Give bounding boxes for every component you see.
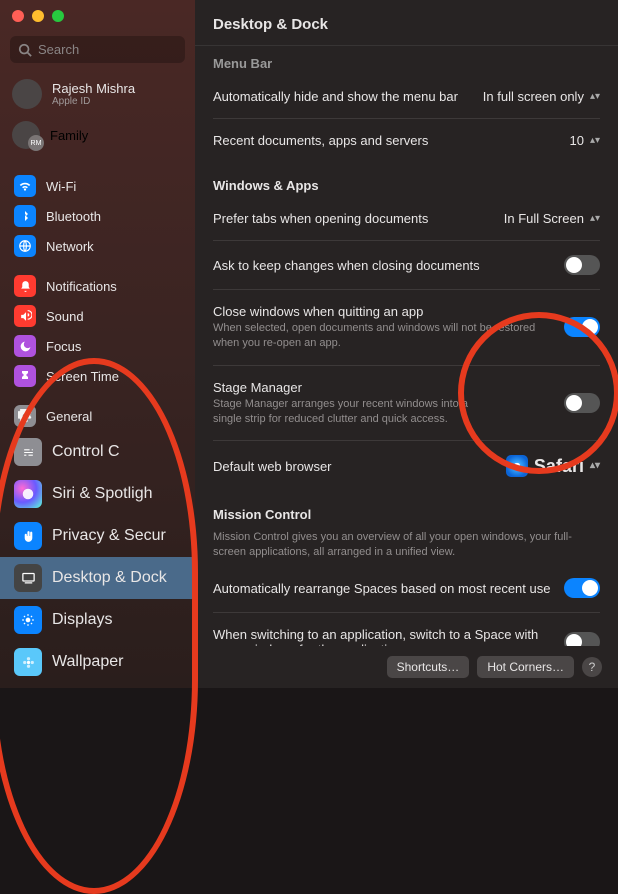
sidebar-item-screen-time[interactable]: Screen Time [0,361,195,391]
sidebar-item-label: Network [46,239,94,254]
sidebar-item-label: Displays [52,611,112,629]
row-auto-rearrange: Automatically rearrange Spaces based on … [213,581,552,596]
sidebar-item-label: Notifications [46,279,117,294]
sidebar-item-label: Wallpaper [52,653,123,671]
row-prefer-tabs: Prefer tabs when opening documents [213,211,492,226]
row-ask-keep-changes: Ask to keep changes when closing documen… [213,258,552,273]
chevron-updown-icon: ▴▾ [590,463,600,469]
sidebar-item-label: Control C [52,443,120,461]
row-auto-hide-menubar: Automatically hide and show the menu bar [213,89,471,104]
row-stage-manager-sub: Stage Manager arranges your recent windo… [213,397,473,427]
close-quit-toggle[interactable] [564,317,600,337]
sidebar-item-label: Privacy & Secur [52,527,166,545]
row-stage-manager: Stage Manager [213,380,473,395]
family-label: Family [50,128,88,143]
avatar [12,79,42,109]
stage-manager-toggle[interactable] [564,393,600,413]
user-sub: Apple ID [52,96,135,107]
sidebar-item-control-c[interactable]: Control C [0,431,195,473]
sidebar-item-label: Bluetooth [46,209,101,224]
row-close-windows-quit-sub: When selected, open documents and window… [213,321,552,351]
dock-icon [14,564,42,592]
minimize-icon[interactable] [32,10,44,22]
section-menu-bar: Menu Bar [213,56,600,71]
chevron-updown-icon: ▴▾ [590,94,600,100]
row-switch-space: When switching to an application, switch… [213,627,552,646]
sidebar-item-network[interactable]: Network [0,231,195,261]
content-pane: Desktop & Dock Menu Bar Automatically hi… [195,0,618,688]
hourglass-icon [14,365,36,387]
fullscreen-icon[interactable] [52,10,64,22]
sidebar-list: Wi-Fi Bluetooth Network Notifications Sound… [0,155,195,688]
shortcuts-button[interactable]: Shortcuts… [387,656,470,678]
row-close-windows-quit: Close windows when quitting an app [213,304,552,319]
bluetooth-icon [14,205,36,227]
bell-icon [14,275,36,297]
recent-popup[interactable]: 10 ▴▾ [569,133,600,148]
sidebar-item-wi-fi[interactable]: Wi-Fi [0,171,195,201]
chevron-updown-icon: ▴▾ [590,138,600,144]
user-name: Rajesh Mishra [52,81,135,96]
section-mission-control: Mission Control [213,507,600,522]
avatar: RM [12,121,40,149]
sidebar-item-siri-spotligh[interactable]: Siri & Spotligh [0,473,195,515]
sidebar-item-label: Sound [46,309,84,324]
wifi-icon [14,175,36,197]
auto-rearrange-toggle[interactable] [564,578,600,598]
row-default-browser: Default web browser [213,459,494,474]
ask-keep-toggle[interactable] [564,255,600,275]
sidebar-item-label: General [46,409,92,424]
sliders-icon [14,438,42,466]
sidebar-item-desktop-dock[interactable]: Desktop & Dock [0,557,195,599]
family-badge: RM [28,135,44,151]
hand-icon [14,522,42,550]
sidebar-item-label: Screen Time [46,369,119,384]
globe-icon [14,235,36,257]
auto-hide-popup[interactable]: In full screen only ▴▾ [483,89,600,104]
sidebar-item-label: Desktop & Dock [52,569,167,587]
search-input[interactable]: Search [10,36,185,63]
sidebar-item-notifications[interactable]: Notifications [0,271,195,301]
sidebar-item-label: Siri & Spotligh [52,485,153,503]
page-title: Desktop & Dock [195,0,618,46]
sidebar-item-label: Wi-Fi [46,179,76,194]
sidebar-item-privacy-secur[interactable]: Privacy & Secur [0,515,195,557]
speaker-icon [14,305,36,327]
safari-icon [506,455,528,477]
sidebar-item-general[interactable]: General [0,401,195,431]
help-button[interactable]: ? [582,657,602,677]
section-windows-apps: Windows & Apps [213,178,600,193]
search-placeholder: Search [38,42,79,57]
sidebar-item-screen-save[interactable]: Screen Save [0,683,195,688]
flower-icon [14,648,42,676]
sidebar-item-bluetooth[interactable]: Bluetooth [0,201,195,231]
row-recent-items: Recent documents, apps and servers [213,133,557,148]
sidebar-item-sound[interactable]: Sound [0,301,195,331]
siri-icon [14,480,42,508]
gear-icon [14,405,36,427]
default-browser-popup[interactable]: Safari ▴▾ [506,455,600,477]
close-icon[interactable] [12,10,24,22]
sidebar-item-apple-id[interactable]: Rajesh Mishra Apple ID [0,73,195,115]
sidebar-item-wallpaper[interactable]: Wallpaper [0,641,195,683]
chevron-updown-icon: ▴▾ [590,216,600,222]
sidebar: Search Rajesh Mishra Apple ID RM Family … [0,0,195,688]
sidebar-item-label: Focus [46,339,81,354]
footer: Shortcuts… Hot Corners… ? [195,646,618,688]
switch-space-toggle[interactable] [564,632,600,646]
sidebar-item-displays[interactable]: Displays [0,599,195,641]
hot-corners-button[interactable]: Hot Corners… [477,656,574,678]
window-controls [0,0,195,32]
sun-icon [14,606,42,634]
sidebar-item-focus[interactable]: Focus [0,331,195,361]
search-icon [18,43,32,57]
prefer-tabs-popup[interactable]: In Full Screen ▴▾ [504,211,600,226]
sidebar-item-family[interactable]: RM Family [0,115,195,155]
mission-control-sub: Mission Control gives you an overview of… [213,530,600,560]
moon-icon [14,335,36,357]
